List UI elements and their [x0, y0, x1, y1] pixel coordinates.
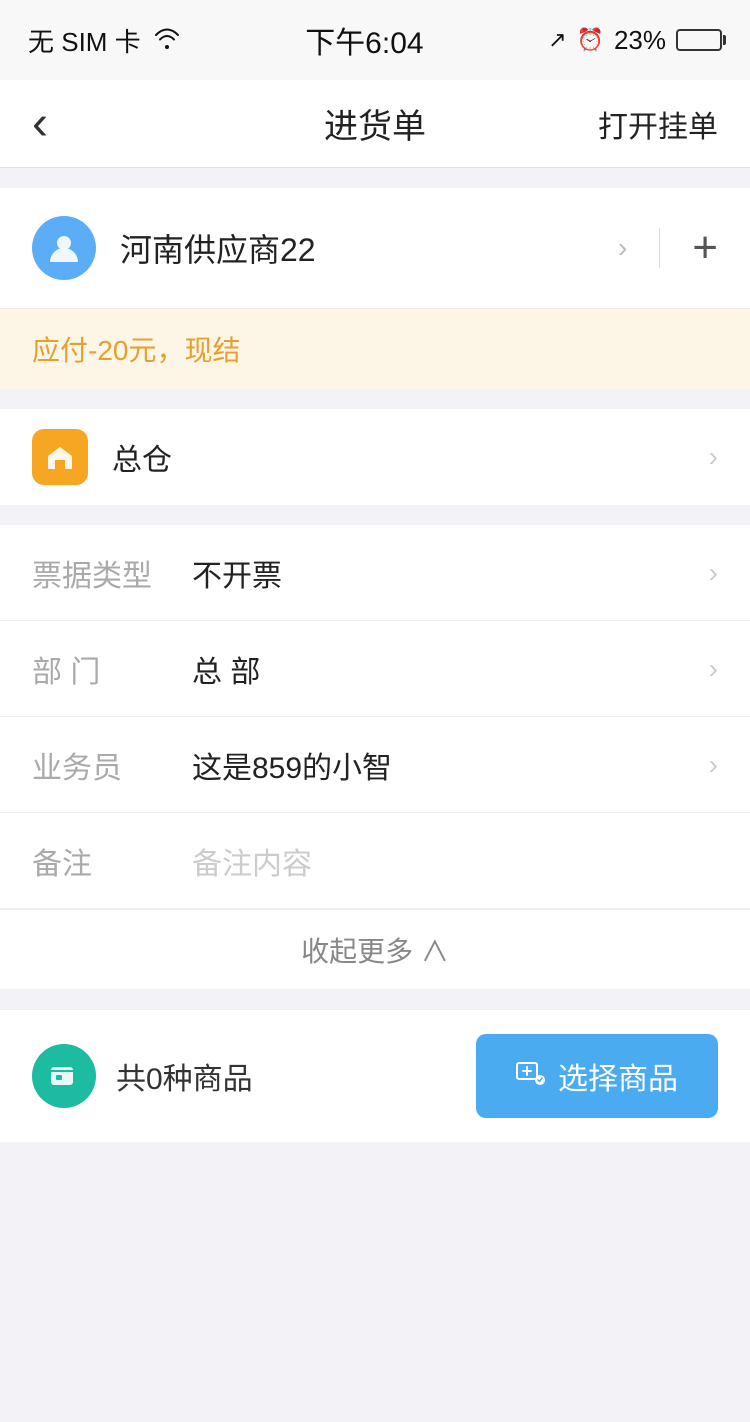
supplier-chevron-icon: › — [618, 232, 627, 264]
department-row[interactable]: 部 门 总 部 › — [0, 621, 750, 717]
warehouse-chevron-icon: › — [709, 441, 718, 473]
product-cart-icon — [32, 1044, 96, 1108]
salesperson-label: 业务员 — [32, 743, 192, 787]
warehouse-row[interactable]: 总仓 › — [0, 409, 750, 505]
invoice-type-label: 票据类型 — [32, 551, 192, 595]
remark-value[interactable]: 备注内容 — [192, 839, 718, 883]
salesperson-chevron-icon: › — [709, 749, 718, 781]
select-product-icon — [516, 1060, 546, 1093]
battery-icon — [676, 29, 722, 51]
page-background — [0, 1142, 750, 1422]
open-pending-button[interactable]: 打开挂单 — [598, 102, 718, 146]
department-value: 总 部 — [192, 647, 701, 691]
status-bar: 无 SIM 卡 下午6:04 ↗ ⏰ 23% — [0, 0, 750, 80]
select-product-button[interactable]: 选择商品 — [476, 1034, 718, 1118]
remark-label: 备注 — [32, 839, 192, 883]
page-title: 进货单 — [324, 99, 426, 148]
status-left: 无 SIM 卡 — [28, 22, 181, 59]
salesperson-row[interactable]: 业务员 这是859的小智 › — [0, 717, 750, 813]
notice-text: 应付-20元，现结 — [32, 335, 240, 366]
department-label: 部 门 — [32, 647, 192, 691]
supplier-card: 河南供应商22 › + 应付-20元，现结 — [0, 188, 750, 389]
supplier-divider — [659, 228, 660, 268]
notice-bar: 应付-20元，现结 — [0, 309, 750, 389]
add-supplier-button[interactable]: + — [692, 226, 718, 270]
supplier-row[interactable]: 河南供应商22 › + — [0, 188, 750, 309]
department-chevron-icon: › — [709, 653, 718, 685]
section-gap-4 — [0, 989, 750, 1009]
supplier-name: 河南供应商22 — [120, 225, 618, 271]
invoice-type-value: 不开票 — [192, 551, 701, 595]
carrier-label: 无 SIM 卡 — [28, 22, 141, 59]
section-gap-1 — [0, 168, 750, 188]
section-gap-2 — [0, 389, 750, 409]
collapse-row[interactable]: 收起更多 ∧ — [0, 909, 750, 989]
remark-row[interactable]: 备注 备注内容 — [0, 813, 750, 909]
status-right: ↗ ⏰ 23% — [548, 25, 722, 56]
location-icon: ↗ — [548, 27, 566, 53]
section-gap-3 — [0, 505, 750, 525]
battery-pct: 23% — [614, 25, 666, 56]
invoice-type-chevron-icon: › — [709, 557, 718, 589]
warehouse-icon — [32, 429, 88, 485]
salesperson-value: 这是859的小智 — [192, 743, 701, 787]
form-card: 票据类型 不开票 › 部 门 总 部 › 业务员 这是859的小智 › 备注 备… — [0, 525, 750, 989]
back-button[interactable]: ‹ — [32, 96, 92, 151]
product-count-label: 共0种商品 — [116, 1054, 253, 1098]
wifi-icon — [153, 25, 181, 56]
bottom-bar: 共0种商品 选择商品 — [0, 1009, 750, 1142]
warehouse-card: 总仓 › — [0, 409, 750, 505]
status-time: 下午6:04 — [305, 18, 423, 62]
supplier-avatar — [32, 216, 96, 280]
invoice-type-row[interactable]: 票据类型 不开票 › — [0, 525, 750, 621]
warehouse-name: 总仓 — [112, 435, 701, 479]
select-product-label: 选择商品 — [558, 1054, 678, 1098]
nav-bar: ‹ 进货单 打开挂单 — [0, 80, 750, 168]
alarm-icon: ⏰ — [577, 27, 604, 53]
collapse-label: 收起更多 ∧ — [301, 930, 449, 970]
